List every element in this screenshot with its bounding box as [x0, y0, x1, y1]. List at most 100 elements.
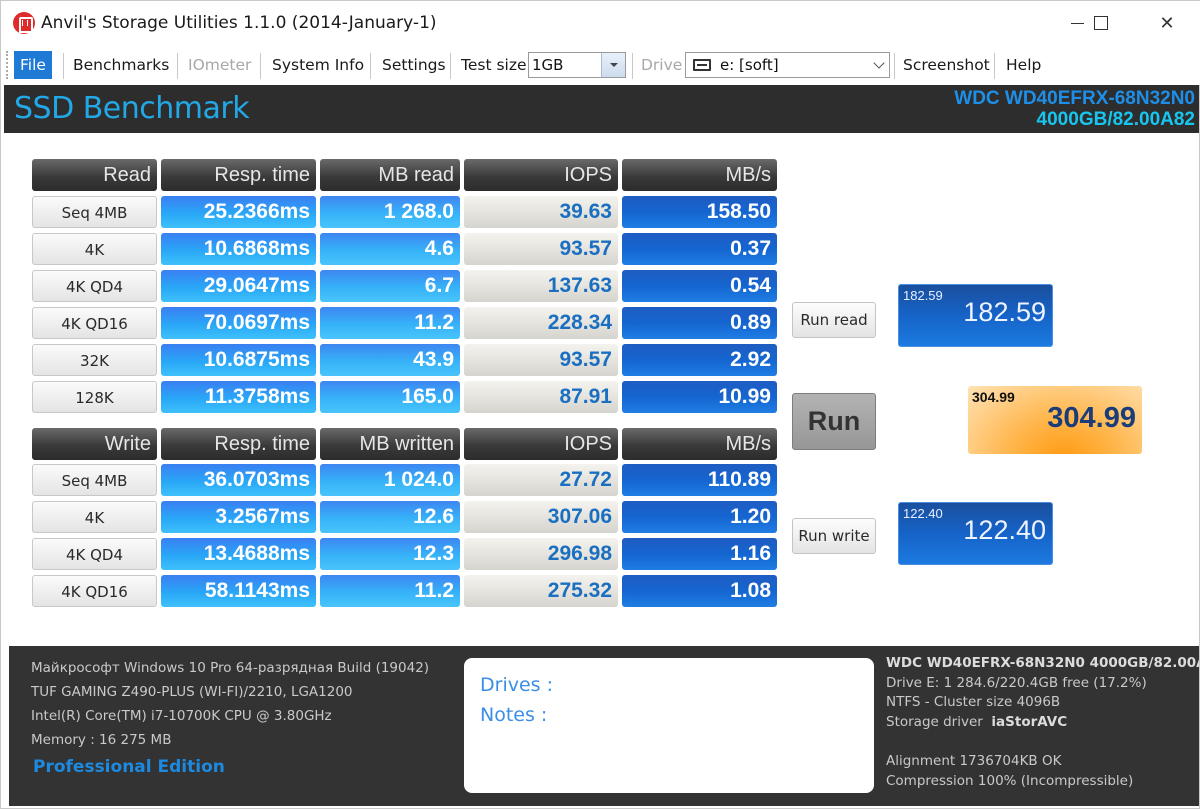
mb-written-header: MB written: [320, 428, 460, 460]
mbs-cell: 1.08: [622, 575, 777, 607]
resp-time-cell: 10.6875ms: [161, 344, 316, 376]
drive-value: e: [soft]: [720, 56, 779, 74]
drive-free-space: Drive E: 1 284.6/220.4GB free (17.2%): [886, 674, 1147, 691]
app-window: Anvil's Storage Utilities 1.1.0 (2014-Ja…: [0, 0, 1200, 809]
menu-screenshot[interactable]: Screenshot: [897, 51, 996, 79]
benchmark-header: SSD Benchmark WDC WD40EFRX-68N32N0 4000G…: [4, 85, 1199, 133]
anvil-app-icon: [13, 12, 35, 34]
iops-cell: 93.57: [464, 344, 618, 376]
resp-time-cell: 13.4688ms: [161, 538, 316, 570]
drive-select[interactable]: e: [soft]: [685, 52, 890, 78]
menu-separator: [370, 53, 371, 79]
maximize-icon: [1094, 16, 1108, 30]
system-info: Майкрософт Windows 10 Pro 64-разрядная B…: [31, 656, 429, 752]
filesystem-info: NTFS - Cluster size 4096B: [886, 694, 1061, 710]
menu-separator: [994, 53, 995, 79]
footer-panel: Майкрософт Windows 10 Pro 64-разрядная B…: [9, 646, 1199, 806]
notes-box[interactable]: Drives : Notes :: [464, 658, 874, 793]
mb-cell: 6.7: [320, 270, 460, 302]
test-label-button[interactable]: 128K: [32, 381, 157, 413]
write-score: 122.40 122.40: [898, 502, 1053, 565]
mb-cell: 1 024.0: [320, 464, 460, 496]
mb-read-header: MB read: [320, 159, 460, 191]
mbs-cell: 158.50: [622, 196, 777, 228]
iops-header: IOPS: [464, 159, 618, 191]
test-label-button[interactable]: 4K QD16: [32, 307, 157, 339]
menu-separator: [177, 53, 178, 79]
mbs-header: MB/s: [622, 428, 777, 460]
os-info: Майкрософт Windows 10 Pro 64-разрядная B…: [31, 660, 430, 676]
test-label-button[interactable]: 4K: [32, 233, 157, 265]
write-score-small: 122.40: [903, 506, 943, 521]
iops-cell: 228.34: [464, 307, 618, 339]
menu-separator: [63, 53, 64, 79]
menu-file[interactable]: File: [14, 51, 52, 79]
menu-help[interactable]: Help: [1000, 51, 1047, 79]
notes-label: Notes :: [480, 704, 548, 726]
menu-iometer[interactable]: IOmeter: [182, 51, 257, 79]
mbs-cell: 0.54: [622, 270, 777, 302]
resp-time-cell: 10.6868ms: [161, 233, 316, 265]
run-button[interactable]: Run: [792, 393, 876, 450]
storage-driver-value: iaStorAVC: [991, 713, 1068, 730]
mb-cell: 43.9: [320, 344, 460, 376]
iops-cell: 39.63: [464, 196, 618, 228]
close-icon: ✕: [1159, 12, 1175, 33]
mbs-cell: 0.37: [622, 233, 777, 265]
test-label-button[interactable]: 4K: [32, 501, 157, 533]
resp-time-cell: 36.0703ms: [161, 464, 316, 496]
mbs-cell: 1.16: [622, 538, 777, 570]
menu-settings[interactable]: Settings: [376, 51, 452, 79]
mb-cell: 4.6: [320, 233, 460, 265]
toolbar-grip[interactable]: [6, 51, 8, 79]
iops-cell: 296.98: [464, 538, 618, 570]
motherboard-info: TUF GAMING Z490-PLUS (WI-FI)/2210, LGA12…: [31, 684, 353, 700]
iops-cell: 93.57: [464, 233, 618, 265]
drives-label: Drives :: [480, 674, 553, 696]
iops-cell: 307.06: [464, 501, 618, 533]
test-size-value: 1GB: [532, 56, 564, 74]
mb-cell: 11.2: [320, 575, 460, 607]
run-write-button[interactable]: Run write: [792, 518, 876, 554]
menu-benchmarks[interactable]: Benchmarks: [67, 51, 175, 79]
test-size-select[interactable]: 1GB: [528, 52, 626, 78]
mb-cell: 165.0: [320, 381, 460, 413]
title-bar: Anvil's Storage Utilities 1.1.0 (2014-Ja…: [1, 1, 1200, 45]
close-button[interactable]: ✕: [1143, 1, 1191, 45]
drive-capacity-firmware: 4000GB/82.00A82: [1036, 109, 1195, 130]
test-size-label: Test size: [461, 56, 527, 74]
read-score: 182.59 182.59: [898, 284, 1053, 347]
drive-info-title: WDC WD40EFRX-68N32N0 4000GB/82.00A82: [886, 655, 1199, 671]
resp-time-cell: 29.0647ms: [161, 270, 316, 302]
iops-cell: 87.91: [464, 381, 618, 413]
test-label-button[interactable]: 4K QD16: [32, 575, 157, 607]
menu-bar: File Benchmarks IOmeter System Info Sett…: [1, 45, 1200, 85]
mbs-cell: 0.89: [622, 307, 777, 339]
read-score-value: 182.59: [963, 297, 1046, 327]
storage-driver-label: Storage driver: [886, 713, 983, 730]
page-title: SSD Benchmark: [14, 91, 250, 126]
menu-system-info[interactable]: System Info: [266, 51, 370, 79]
write-header: Write: [32, 428, 157, 460]
resp-time-header: Resp. time: [161, 428, 316, 460]
menu-separator: [260, 53, 261, 79]
compression-info: Compression 100% (Incompressible): [886, 772, 1134, 789]
test-label-button[interactable]: 4K QD4: [32, 270, 157, 302]
resp-time-header: Resp. time: [161, 159, 316, 191]
dropdown-arrow-icon[interactable]: [601, 53, 625, 77]
alignment-info: Alignment 1736704KB OK: [886, 753, 1062, 769]
test-label-button[interactable]: Seq 4MB: [32, 464, 157, 496]
mb-cell: 12.3: [320, 538, 460, 570]
test-label-button[interactable]: Seq 4MB: [32, 196, 157, 228]
chevron-down-icon: [873, 57, 885, 69]
edition-label: Professional Edition: [33, 757, 225, 777]
run-read-button[interactable]: Run read: [792, 302, 876, 338]
iops-header: IOPS: [464, 428, 618, 460]
resp-time-cell: 58.1143ms: [161, 575, 316, 607]
maximize-button[interactable]: [1077, 1, 1125, 45]
mbs-cell: 1.20: [622, 501, 777, 533]
test-label-button[interactable]: 32K: [32, 344, 157, 376]
test-label-button[interactable]: 4K QD4: [32, 538, 157, 570]
mb-cell: 11.2: [320, 307, 460, 339]
